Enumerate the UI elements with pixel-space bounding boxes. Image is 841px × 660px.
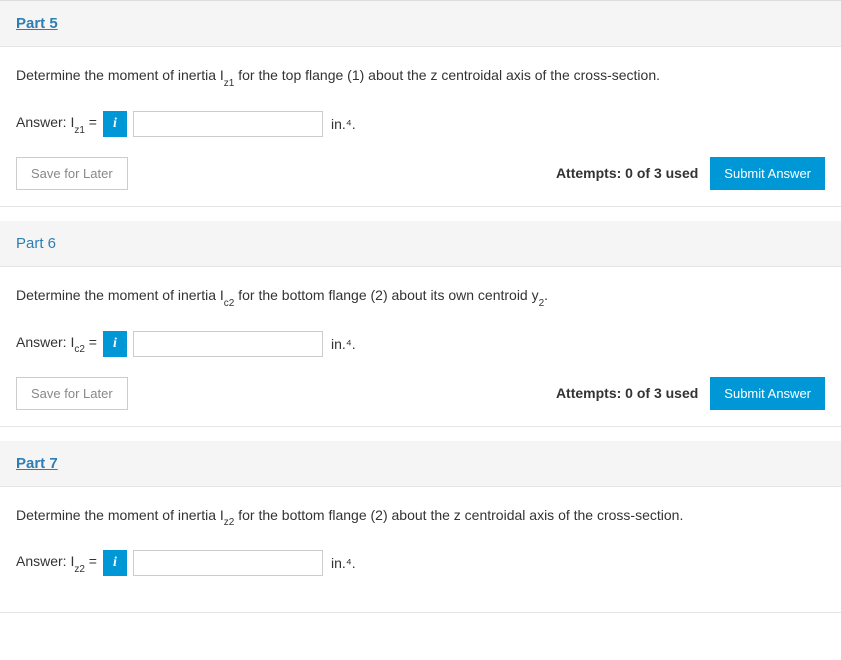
part-6-body: Determine the moment of inertia Ic2 for … xyxy=(0,267,841,426)
footer-row: Save for Later Attempts: 0 of 3 used Sub… xyxy=(16,157,825,190)
part-6: Part 6 Determine the moment of inertia I… xyxy=(0,221,841,427)
attempts-text: Attempts: 0 of 3 used xyxy=(556,165,698,181)
unit-label: in.⁴. xyxy=(331,336,356,352)
answer-label: Answer: Iz1 = xyxy=(16,114,97,134)
info-icon[interactable]: i xyxy=(103,550,127,576)
prompt-rest: for the bottom flange (2) about its own … xyxy=(234,287,538,303)
prompt-sub2: 2 xyxy=(539,298,545,309)
part-7-prompt: Determine the moment of inertia Iz2 for … xyxy=(16,507,825,527)
answer-input[interactable] xyxy=(133,550,323,576)
attempts-text: Attempts: 0 of 3 used xyxy=(556,385,698,401)
prompt-text: Determine the moment of inertia I xyxy=(16,287,224,303)
part-7-header[interactable]: Part 7 xyxy=(0,441,841,487)
part-5-prompt: Determine the moment of inertia Iz1 for … xyxy=(16,67,825,87)
part-7-body: Determine the moment of inertia Iz2 for … xyxy=(0,487,841,613)
answer-input[interactable] xyxy=(133,331,323,357)
save-for-later-button[interactable]: Save for Later xyxy=(16,377,128,410)
prompt-rest: for the bottom flange (2) about the z ce… xyxy=(234,507,683,523)
prompt-sub: c2 xyxy=(224,298,235,309)
part-6-header[interactable]: Part 6 xyxy=(0,221,841,267)
answer-row: Answer: Iz2 = i in.⁴. xyxy=(16,550,825,576)
answer-row: Answer: Ic2 = i in.⁴. xyxy=(16,331,825,357)
prompt-rest: for the top flange (1) about the z centr… xyxy=(234,67,660,83)
prompt-text: Determine the moment of inertia I xyxy=(16,67,224,83)
save-for-later-button[interactable]: Save for Later xyxy=(16,157,128,190)
prompt-end: . xyxy=(544,287,548,303)
prompt-text: Determine the moment of inertia I xyxy=(16,507,224,523)
unit-label: in.⁴. xyxy=(331,555,356,571)
submit-answer-button[interactable]: Submit Answer xyxy=(710,377,825,410)
unit-label: in.⁴. xyxy=(331,116,356,132)
part-5-body: Determine the moment of inertia Iz1 for … xyxy=(0,47,841,206)
prompt-sub: z2 xyxy=(224,517,235,528)
answer-input[interactable] xyxy=(133,111,323,137)
footer-row: Save for Later Attempts: 0 of 3 used Sub… xyxy=(16,377,825,410)
answer-label: Answer: Ic2 = xyxy=(16,334,97,354)
answer-label: Answer: Iz2 = xyxy=(16,553,97,573)
part-7: Part 7 Determine the moment of inertia I… xyxy=(0,441,841,614)
answer-row: Answer: Iz1 = i in.⁴. xyxy=(16,111,825,137)
part-5-header[interactable]: Part 5 xyxy=(0,1,841,47)
part-6-prompt: Determine the moment of inertia Ic2 for … xyxy=(16,287,825,307)
info-icon[interactable]: i xyxy=(103,331,127,357)
prompt-sub: z1 xyxy=(224,78,235,89)
submit-answer-button[interactable]: Submit Answer xyxy=(710,157,825,190)
part-5: Part 5 Determine the moment of inertia I… xyxy=(0,1,841,207)
info-icon[interactable]: i xyxy=(103,111,127,137)
